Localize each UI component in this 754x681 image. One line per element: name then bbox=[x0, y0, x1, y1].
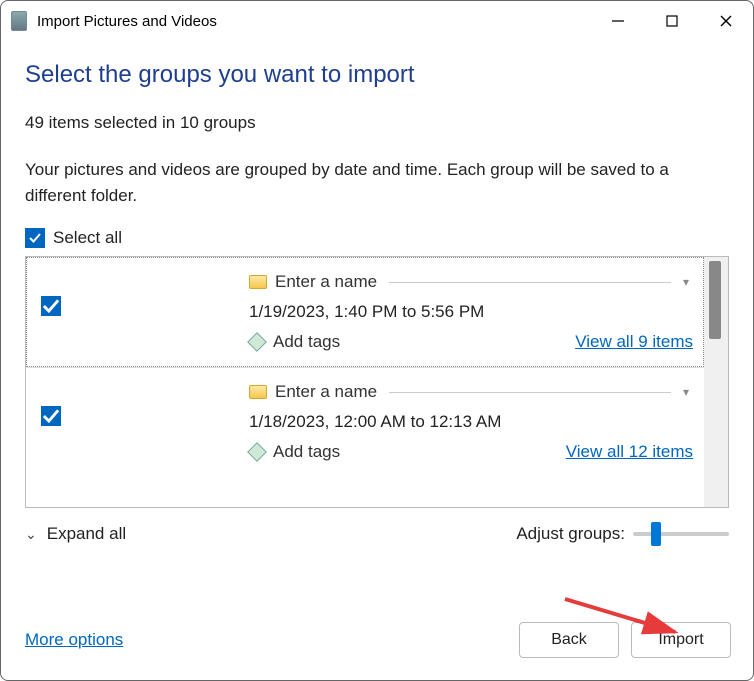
group-bottom-row: Add tags View all 12 items bbox=[249, 442, 693, 462]
window-controls bbox=[591, 1, 753, 41]
tags-input[interactable]: Add tags bbox=[273, 332, 340, 352]
group-details: Enter a name ▾ 1/19/2023, 1:40 PM to 5:5… bbox=[249, 272, 693, 352]
more-options-link[interactable]: More options bbox=[25, 630, 123, 650]
view-all-link[interactable]: View all 9 items bbox=[575, 332, 693, 352]
close-button[interactable] bbox=[699, 1, 753, 41]
name-underline bbox=[389, 392, 671, 393]
footer-controls: ⌄ Expand all Adjust groups: bbox=[25, 508, 729, 554]
tags-row: Add tags bbox=[249, 442, 340, 462]
import-window: Import Pictures and Videos Select the gr… bbox=[0, 0, 754, 681]
bottom-bar: More options Back Import bbox=[1, 610, 753, 680]
minimize-button[interactable] bbox=[591, 1, 645, 41]
content-area: Select the groups you want to import 49 … bbox=[1, 41, 753, 610]
import-button[interactable]: Import bbox=[631, 622, 731, 658]
group-details: Enter a name ▾ 1/18/2023, 12:00 AM to 12… bbox=[249, 382, 693, 462]
scrollbar[interactable] bbox=[704, 257, 728, 507]
chevron-down-icon[interactable]: ▾ bbox=[679, 385, 693, 399]
slider-track bbox=[633, 532, 729, 536]
folder-icon bbox=[249, 275, 267, 289]
titlebar: Import Pictures and Videos bbox=[1, 1, 753, 41]
group-date-range: 1/19/2023, 1:40 PM to 5:56 PM bbox=[249, 302, 693, 322]
adjust-groups-label: Adjust groups: bbox=[516, 524, 625, 544]
group-checkbox[interactable] bbox=[41, 296, 61, 316]
name-input[interactable]: Enter a name bbox=[275, 382, 377, 402]
view-all-link[interactable]: View all 12 items bbox=[566, 442, 693, 462]
name-underline bbox=[389, 282, 671, 283]
folder-icon bbox=[249, 385, 267, 399]
chevron-down-icon: ⌄ bbox=[25, 526, 37, 543]
select-all-checkbox[interactable] bbox=[25, 228, 45, 248]
groups-scroll-area: Enter a name ▾ 1/19/2023, 1:40 PM to 5:5… bbox=[26, 257, 704, 507]
groups-list: Enter a name ▾ 1/19/2023, 1:40 PM to 5:5… bbox=[25, 256, 729, 508]
chevron-down-icon[interactable]: ▾ bbox=[679, 275, 693, 289]
description-text: Your pictures and videos are grouped by … bbox=[25, 157, 729, 208]
adjust-groups-slider[interactable] bbox=[633, 522, 729, 546]
name-input[interactable]: Enter a name bbox=[275, 272, 377, 292]
page-heading: Select the groups you want to import bbox=[25, 61, 729, 89]
back-button[interactable]: Back bbox=[519, 622, 619, 658]
select-all-label: Select all bbox=[53, 228, 122, 248]
window-title: Import Pictures and Videos bbox=[37, 13, 591, 30]
tags-row: Add tags bbox=[249, 332, 340, 352]
expand-all-label: Expand all bbox=[47, 524, 126, 544]
group-bottom-row: Add tags View all 9 items bbox=[249, 332, 693, 352]
group-name-row: Enter a name ▾ bbox=[249, 382, 693, 402]
group-date-range: 1/18/2023, 12:00 AM to 12:13 AM bbox=[249, 412, 693, 432]
maximize-button[interactable] bbox=[645, 1, 699, 41]
group-item[interactable]: Enter a name ▾ 1/18/2023, 12:00 AM to 12… bbox=[26, 367, 704, 477]
app-icon bbox=[11, 11, 27, 31]
group-checkbox[interactable] bbox=[41, 406, 61, 426]
group-name-row: Enter a name ▾ bbox=[249, 272, 693, 292]
tag-icon bbox=[249, 444, 265, 460]
selection-status: 49 items selected in 10 groups bbox=[25, 113, 729, 133]
group-item[interactable]: Enter a name ▾ 1/19/2023, 1:40 PM to 5:5… bbox=[26, 257, 704, 367]
tag-icon bbox=[249, 334, 265, 350]
select-all-row: Select all bbox=[25, 228, 729, 248]
tags-input[interactable]: Add tags bbox=[273, 442, 340, 462]
slider-thumb[interactable] bbox=[651, 522, 661, 546]
expand-all-toggle[interactable]: ⌄ Expand all bbox=[25, 524, 126, 544]
scrollbar-thumb[interactable] bbox=[709, 261, 721, 339]
